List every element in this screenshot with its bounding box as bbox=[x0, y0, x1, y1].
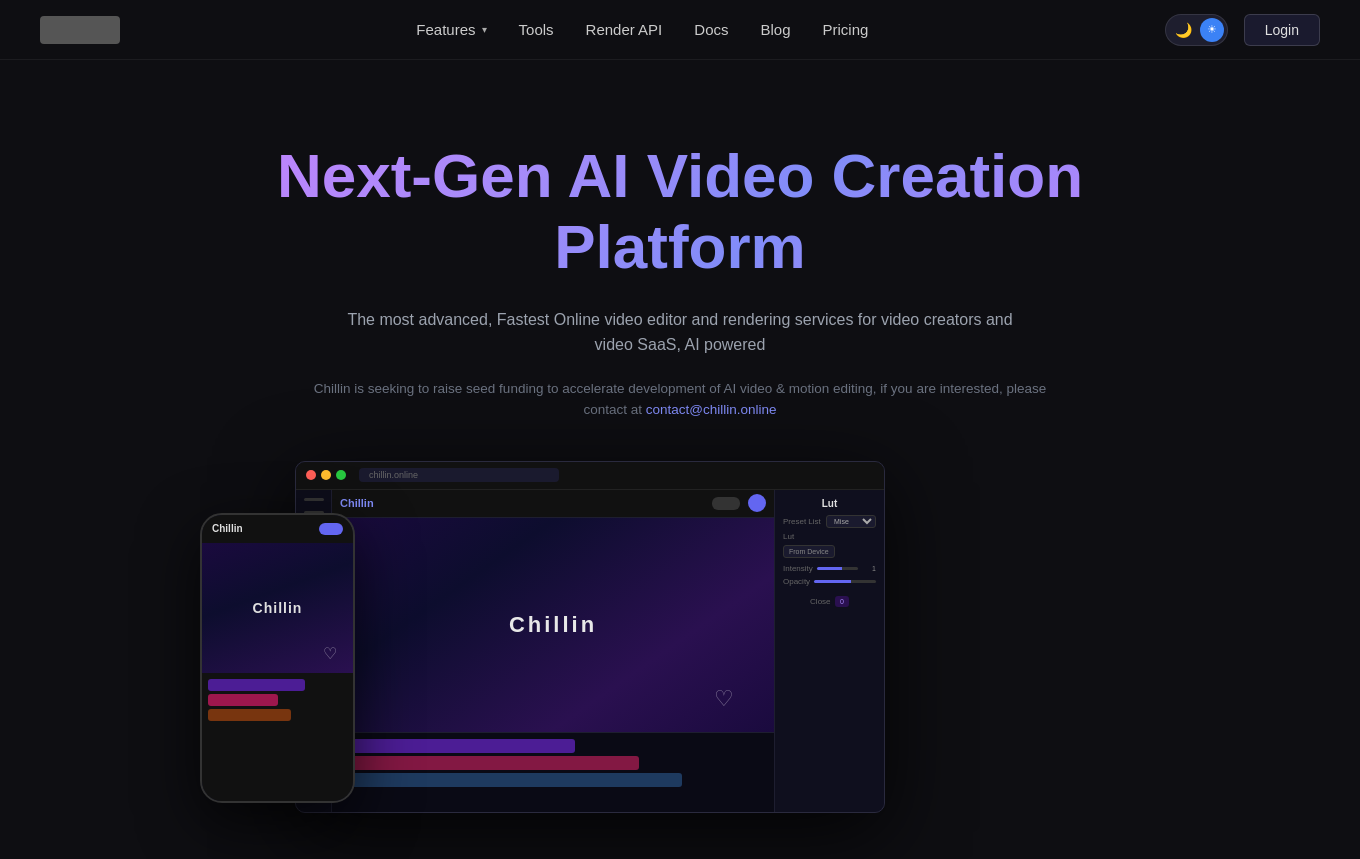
panel-opacity-slider[interactable] bbox=[814, 580, 876, 583]
panel-from-device-btn[interactable]: From Device bbox=[783, 545, 835, 558]
desktop-mockup: chillin.online bbox=[295, 461, 1160, 813]
timeline-row-1 bbox=[208, 679, 305, 691]
nav-item-render-api[interactable]: Render API bbox=[586, 21, 663, 39]
panel-opacity-row: Opacity bbox=[783, 577, 876, 586]
phone-top-bar: Chillin bbox=[202, 515, 353, 543]
desktop-main-area: Chillin Chillin ♡ bbox=[332, 490, 774, 812]
toolbar-brand: Chillin bbox=[340, 497, 374, 509]
phone-video-area: Chillin ♡ bbox=[202, 543, 353, 673]
desktop-timeline-row-2 bbox=[338, 756, 639, 770]
hero-section: Next-Gen AI Video Creation Platform The … bbox=[0, 60, 1360, 853]
video-preview: Chillin ♡ bbox=[332, 518, 774, 732]
phone-toggle[interactable] bbox=[319, 523, 343, 535]
moon-icon: 🌙 bbox=[1169, 20, 1198, 40]
sun-icon: ☀ bbox=[1200, 18, 1224, 42]
desktop-timeline-row-1 bbox=[338, 739, 575, 753]
panel-preset-row: Preset List Mise bbox=[783, 515, 876, 528]
nav-item-pricing[interactable]: Pricing bbox=[823, 21, 869, 39]
desktop-frame: chillin.online bbox=[295, 461, 885, 813]
login-button[interactable]: Login bbox=[1244, 14, 1320, 46]
nav-features-label: Features bbox=[416, 21, 475, 38]
panel-intensity-label: Intensity bbox=[783, 564, 813, 573]
panel-intensity-row: Intensity 1 bbox=[783, 564, 876, 573]
desktop-timeline-area bbox=[332, 732, 774, 812]
panel-lut-label: Lut bbox=[783, 532, 794, 541]
theme-toggle[interactable]: 🌙 ☀ bbox=[1165, 14, 1228, 46]
toolbar-toggle[interactable] bbox=[712, 497, 740, 510]
nav-link-render-api[interactable]: Render API bbox=[586, 21, 663, 38]
panel-preset-select[interactable]: Mise bbox=[826, 515, 876, 528]
nav-link-blog[interactable]: Blog bbox=[760, 21, 790, 38]
hero-subtitle: The most advanced, Fastest Online video … bbox=[330, 307, 1030, 358]
desktop-content: Chillin Chillin ♡ bbox=[296, 490, 884, 812]
chevron-down-icon: ▾ bbox=[482, 24, 487, 35]
panel-lut-row: Lut bbox=[783, 532, 876, 541]
titlebar-minimize-dot bbox=[321, 470, 331, 480]
phone-mockup: Chillin Chillin ♡ bbox=[200, 513, 355, 803]
panel-intensity-slider[interactable] bbox=[817, 567, 858, 570]
phone-timeline bbox=[202, 673, 353, 803]
nav-link-pricing[interactable]: Pricing bbox=[823, 21, 869, 38]
nav-item-tools[interactable]: Tools bbox=[519, 21, 554, 39]
address-bar[interactable]: chillin.online bbox=[359, 468, 559, 482]
panel-close-badge: 0 bbox=[835, 596, 849, 607]
nav-link-docs[interactable]: Docs bbox=[694, 21, 728, 38]
funding-email-link[interactable]: contact@chillin.online bbox=[646, 402, 777, 417]
nav-item-docs[interactable]: Docs bbox=[694, 21, 728, 39]
panel-btn-group: From Device bbox=[783, 545, 876, 558]
desktop-panel: Lut Preset List Mise Lut From Device bbox=[774, 490, 884, 812]
desktop-toolbar: Chillin bbox=[332, 490, 774, 518]
titlebar-maximize-dot bbox=[336, 470, 346, 480]
panel-opacity-label: Opacity bbox=[783, 577, 810, 586]
video-heart-icon: ♡ bbox=[714, 686, 734, 712]
desktop-titlebar: chillin.online bbox=[296, 462, 884, 490]
phone-chillin-text: Chillin bbox=[253, 600, 303, 616]
panel-close-row: Close 0 bbox=[783, 590, 876, 608]
navigation: Features ▾ Tools Render API Docs Blog Pr… bbox=[0, 0, 1360, 60]
sidebar-icon-1 bbox=[304, 498, 324, 501]
timeline-row-3 bbox=[208, 709, 291, 721]
phone-app-name: Chillin bbox=[212, 523, 243, 534]
nav-logo[interactable] bbox=[40, 16, 120, 44]
hero-images: Chillin Chillin ♡ bbox=[200, 461, 1160, 813]
nav-item-features[interactable]: Features ▾ bbox=[416, 21, 486, 38]
nav-item-blog[interactable]: Blog bbox=[760, 21, 790, 39]
panel-preset-label: Preset List bbox=[783, 517, 821, 526]
nav-link-features[interactable]: Features ▾ bbox=[416, 21, 486, 38]
panel-title: Lut bbox=[783, 498, 876, 509]
video-chillin-text: Chillin bbox=[509, 612, 597, 638]
titlebar-close-dot bbox=[306, 470, 316, 480]
cta-section: Get Started bbox=[0, 853, 1360, 859]
timeline-row-2 bbox=[208, 694, 278, 706]
hero-title: Next-Gen AI Video Creation Platform bbox=[230, 140, 1130, 283]
nav-link-tools[interactable]: Tools bbox=[519, 21, 554, 38]
nav-right: 🌙 ☀ Login bbox=[1165, 14, 1320, 46]
toolbar-circle-btn[interactable] bbox=[748, 494, 766, 512]
desktop-timeline-row-3 bbox=[338, 773, 682, 787]
phone-frame: Chillin Chillin ♡ bbox=[200, 513, 355, 803]
panel-intensity-value: 1 bbox=[862, 565, 876, 572]
phone-heart-icon: ♡ bbox=[323, 644, 337, 663]
hero-funding: Chillin is seeking to raise seed funding… bbox=[300, 378, 1060, 421]
panel-close-label: Close bbox=[810, 597, 830, 606]
nav-links: Features ▾ Tools Render API Docs Blog Pr… bbox=[416, 21, 868, 39]
